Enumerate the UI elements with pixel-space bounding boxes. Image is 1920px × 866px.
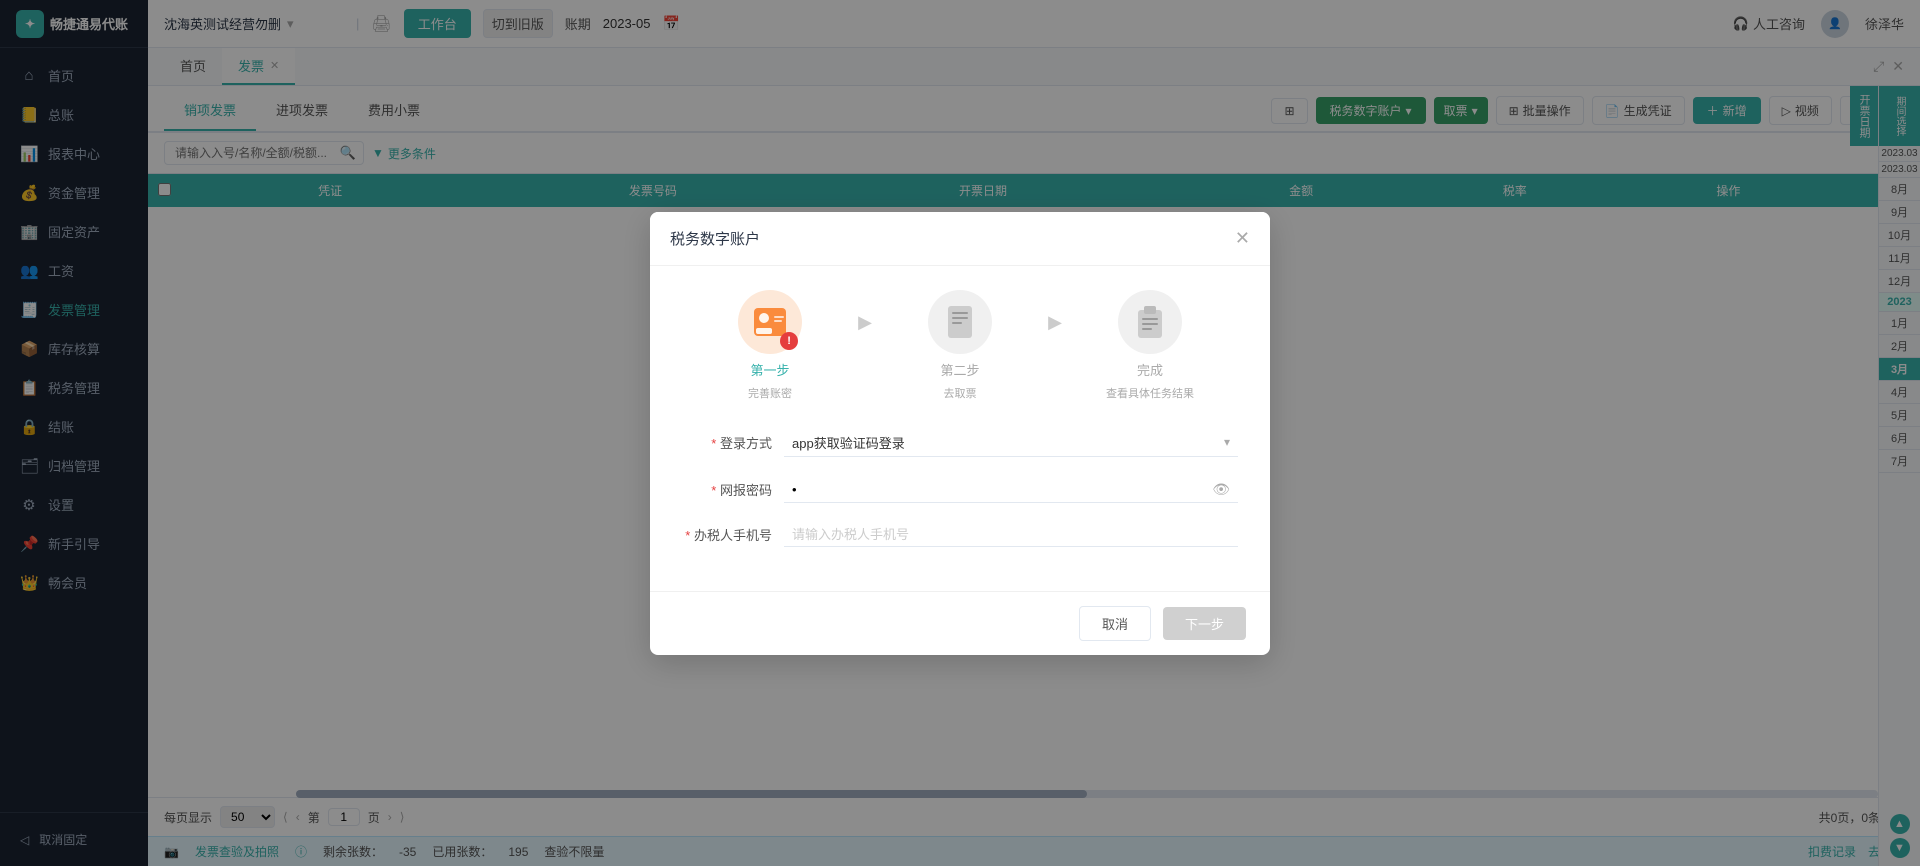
step2-desc: 去取票 bbox=[944, 385, 977, 401]
modal-backdrop[interactable]: 税务数字账户 ✕ bbox=[148, 0, 1920, 866]
eye-toggle-icon[interactable]: 👁 bbox=[1212, 481, 1230, 498]
step2-title: 第二步 bbox=[941, 360, 980, 379]
step-arrow-2: ▶ bbox=[1048, 290, 1062, 333]
phone-input[interactable] bbox=[784, 523, 1238, 547]
password-label: * 网报密码 bbox=[682, 480, 772, 499]
main-content: 沈海英测试经营勿删 ▾ | 🖨 工作台 切到旧版 账期 2023-05 📅 🎧 … bbox=[148, 0, 1920, 866]
modal-body: ! 第一步 完善账密 ▶ bbox=[650, 266, 1270, 591]
login-method-dropdown-icon: ▾ bbox=[1224, 435, 1230, 449]
modal-tax-account: 税务数字账户 ✕ bbox=[650, 212, 1270, 655]
modal-close-button[interactable]: ✕ bbox=[1235, 229, 1250, 247]
password-row: * 网报密码 👁 bbox=[682, 477, 1238, 503]
step1-badge: ! bbox=[780, 332, 798, 350]
step3-title: 完成 bbox=[1137, 360, 1163, 379]
required-mark-pw: * bbox=[711, 483, 716, 498]
steps: ! 第一步 完善账密 ▶ bbox=[682, 290, 1238, 401]
step-3: 完成 查看具体任务结果 bbox=[1062, 290, 1238, 401]
phone-row: * 办税人手机号 bbox=[682, 523, 1238, 547]
modal-title: 税务数字账户 bbox=[670, 228, 760, 249]
password-field-wrap: 👁 bbox=[784, 477, 1238, 503]
password-input[interactable] bbox=[792, 482, 1212, 497]
step1-desc: 完善账密 bbox=[748, 385, 792, 401]
step2-document-icon bbox=[940, 302, 980, 342]
required-mark-ph: * bbox=[685, 528, 690, 543]
login-method-select[interactable]: app获取验证码登录 ▾ bbox=[784, 429, 1238, 457]
required-mark: * bbox=[711, 436, 716, 451]
step3-desc: 查看具体任务结果 bbox=[1106, 385, 1194, 401]
step3-icon-wrap bbox=[1118, 290, 1182, 354]
login-method-value: app获取验证码登录 bbox=[792, 433, 905, 452]
login-method-label: * 登录方式 bbox=[682, 433, 772, 452]
step1-title: 第一步 bbox=[751, 360, 790, 379]
step2-icon-wrap bbox=[928, 290, 992, 354]
step1-icon-wrap: ! bbox=[738, 290, 802, 354]
step-1: ! 第一步 完善账密 bbox=[682, 290, 858, 401]
login-method-row: * 登录方式 app获取验证码登录 ▾ bbox=[682, 429, 1238, 457]
cancel-button[interactable]: 取消 bbox=[1079, 606, 1151, 641]
step-arrow-1: ▶ bbox=[858, 290, 872, 333]
phone-label: * 办税人手机号 bbox=[682, 525, 772, 544]
step3-clipboard-icon bbox=[1130, 302, 1170, 342]
modal-footer: 取消 下一步 bbox=[650, 591, 1270, 655]
modal-header: 税务数字账户 ✕ bbox=[650, 212, 1270, 266]
next-button[interactable]: 下一步 bbox=[1163, 607, 1246, 640]
step-2: 第二步 去取票 bbox=[872, 290, 1048, 401]
